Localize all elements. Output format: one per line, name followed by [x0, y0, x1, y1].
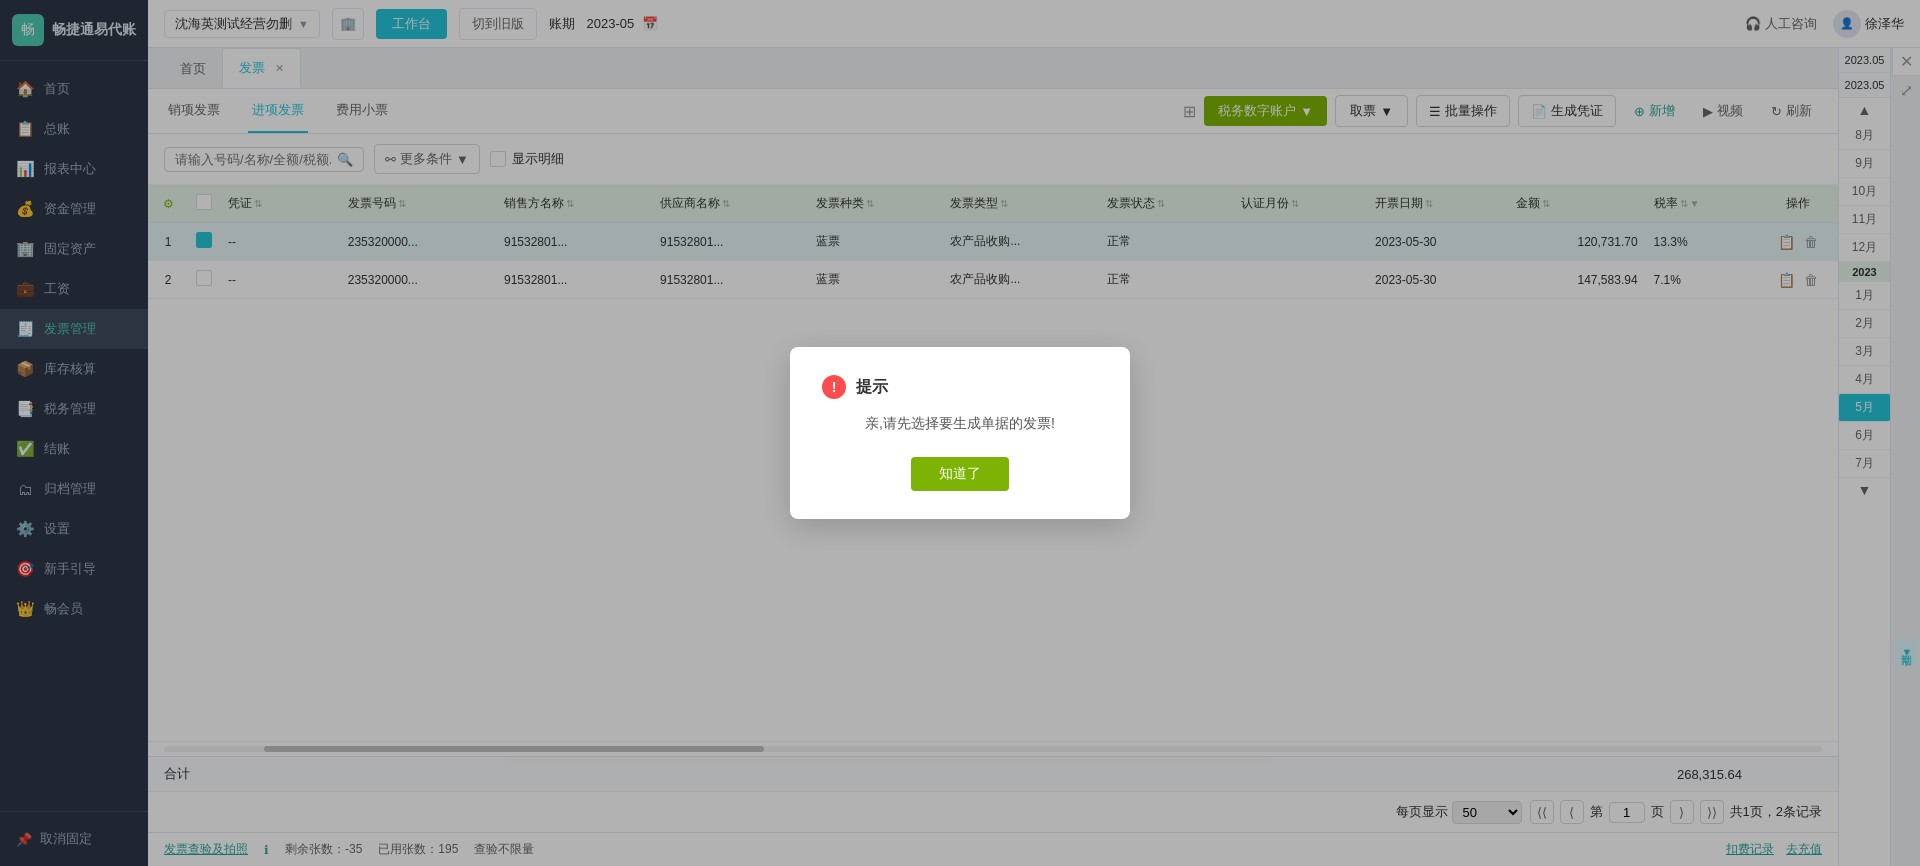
- modal-title: ! 提示: [822, 375, 1098, 399]
- modal-body: 亲,请先选择要生成单据的发票!: [822, 415, 1098, 433]
- warning-icon: !: [822, 375, 846, 399]
- modal-overlay: ! 提示 亲,请先选择要生成单据的发票! 知道了: [0, 0, 1920, 866]
- modal-dialog: ! 提示 亲,请先选择要生成单据的发票! 知道了: [790, 347, 1130, 519]
- modal-footer: 知道了: [822, 457, 1098, 491]
- modal-ok-button[interactable]: 知道了: [911, 457, 1009, 491]
